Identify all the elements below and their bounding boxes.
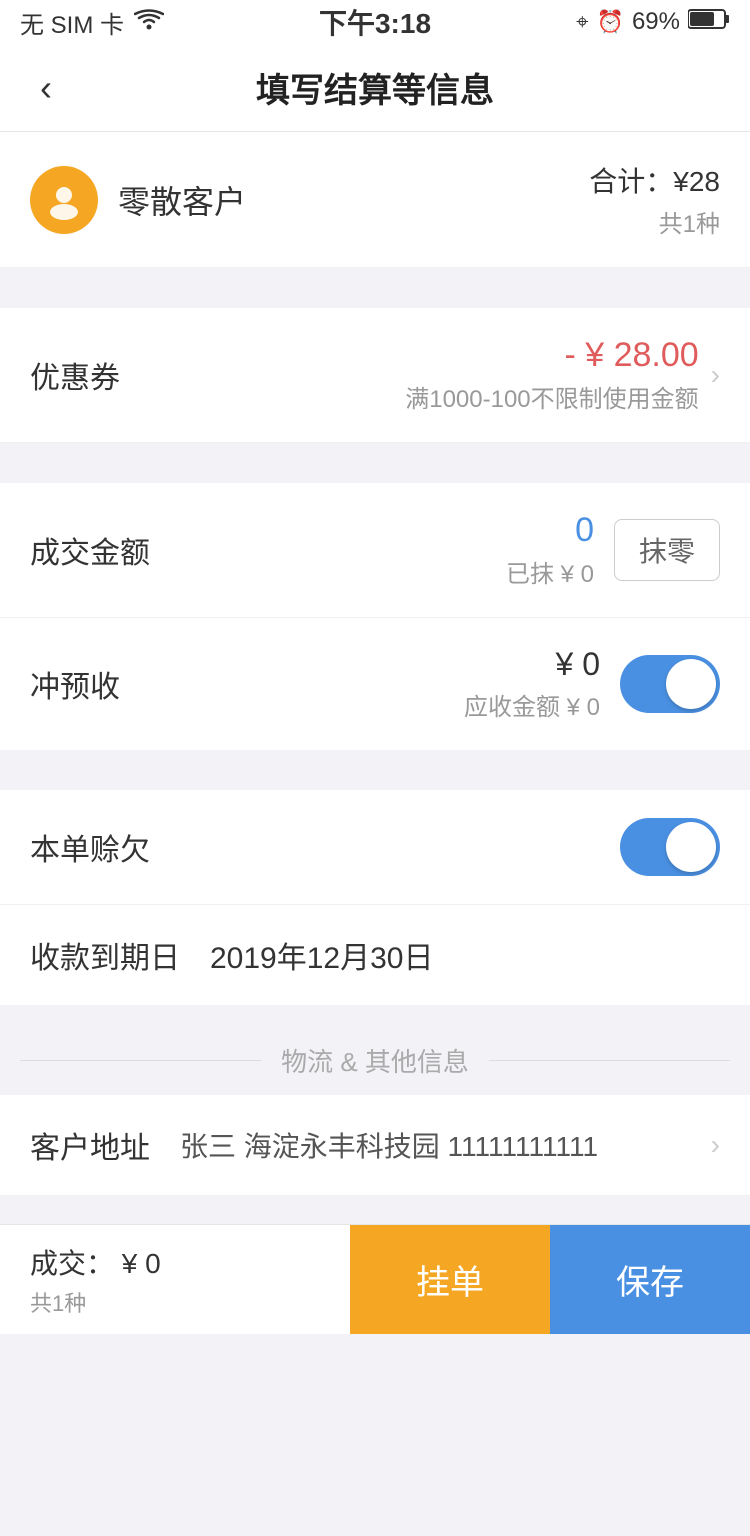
- amount-text-wrap: 0 已抹 ¥ 0: [506, 511, 594, 589]
- arrears-toggle[interactable]: [620, 818, 720, 876]
- back-button[interactable]: ‹: [30, 57, 62, 119]
- hang-button[interactable]: 挂单: [350, 1225, 550, 1334]
- round-off-button[interactable]: 抹零: [614, 519, 720, 581]
- divider3: [0, 770, 750, 790]
- prepaid-amount: ¥ 0: [464, 646, 600, 683]
- bottom-actions: 挂单 保存: [350, 1225, 750, 1334]
- arrears-label: 本单赊欠: [30, 825, 150, 869]
- prepaid-row: 冲预收 ¥ 0 应收金额 ¥ 0: [0, 618, 750, 750]
- bottom-count: 共1种: [30, 1286, 320, 1318]
- customer-section: 零散客户 合计：¥28 共1种: [0, 132, 750, 268]
- prepaid-values: ¥ 0 应收金额 ¥ 0: [464, 646, 600, 722]
- arrears-section: 本单赊欠 收款到期日 2019年12月30日: [0, 790, 750, 1005]
- status-left: 无 SIM 卡: [20, 5, 164, 40]
- page-title: 填写结算等信息: [256, 63, 494, 112]
- sim-status: 无 SIM 卡: [20, 5, 124, 40]
- coupon-value-wrap: - ¥ 28.00 满1000-100不限制使用金额: [405, 336, 698, 414]
- coupon-sub: 满1000-100不限制使用金额: [405, 379, 698, 414]
- customer-avatar: [30, 166, 98, 234]
- customer-right: 合计：¥28 共1种: [589, 160, 720, 239]
- address-chevron-icon: ›: [711, 1129, 720, 1161]
- prepaid-right: ¥ 0 应收金额 ¥ 0: [464, 646, 720, 722]
- coupon-value: - ¥ 28.00: [405, 336, 698, 375]
- coupon-section: 优惠券 - ¥ 28.00 满1000-100不限制使用金额 ›: [0, 308, 750, 443]
- nav-bar: ‹ 填写结算等信息: [0, 44, 750, 132]
- save-button[interactable]: 保存: [550, 1225, 750, 1334]
- status-right: ⌖ ⏰ 69%: [576, 8, 730, 37]
- date-row: 收款到期日 2019年12月30日: [0, 905, 750, 1005]
- prepaid-label: 冲预收: [30, 662, 120, 706]
- customer-left: 零散客户: [30, 166, 246, 234]
- bottom-info: 成交： ¥ 0 共1种: [0, 1225, 350, 1334]
- amount-row: 成交金额 0 已抹 ¥ 0 抹零: [0, 483, 750, 618]
- wifi-icon: [134, 8, 164, 37]
- status-bar: 无 SIM 卡 下午3:18 ⌖ ⏰ 69%: [0, 0, 750, 44]
- bottom-bar: 成交： ¥ 0 共1种 挂单 保存: [0, 1224, 750, 1334]
- battery-text: 69%: [632, 8, 680, 36]
- transaction-section: 成交金额 0 已抹 ¥ 0 抹零 冲预收 ¥ 0 应收金额 ¥ 0: [0, 483, 750, 750]
- address-row[interactable]: 客户地址 张三 海淀永丰科技园 11111111111 ›: [0, 1095, 750, 1196]
- divider1: [0, 288, 750, 308]
- address-label: 客户地址: [30, 1123, 150, 1167]
- bottom-deal: 成交： ¥ 0: [30, 1242, 320, 1282]
- logistics-label: 物流 & 其他信息: [281, 1042, 469, 1079]
- battery-icon: [688, 8, 730, 37]
- amount-value: 0: [506, 511, 594, 550]
- coupon-right: - ¥ 28.00 满1000-100不限制使用金额 ›: [405, 336, 720, 414]
- prepaid-sub: 应收金额 ¥ 0: [464, 687, 600, 722]
- coupon-label: 优惠券: [30, 353, 120, 397]
- status-time: 下午3:18: [319, 2, 431, 42]
- date-value: 2019年12月30日: [210, 933, 433, 977]
- address-section: 客户地址 张三 海淀永丰科技园 11111111111 ›: [0, 1095, 750, 1196]
- address-value: 张三 海淀永丰科技园 11111111111: [180, 1125, 681, 1165]
- divider2: [0, 463, 750, 483]
- customer-count: 共1种: [589, 204, 720, 239]
- amount-label: 成交金额: [30, 528, 150, 572]
- arrears-row: 本单赊欠: [0, 790, 750, 905]
- customer-row[interactable]: 零散客户 合计：¥28 共1种: [0, 132, 750, 268]
- coupon-chevron-icon: ›: [711, 359, 720, 391]
- coupon-row[interactable]: 优惠券 - ¥ 28.00 满1000-100不限制使用金额 ›: [0, 308, 750, 443]
- amount-sub: 已抹 ¥ 0: [506, 554, 594, 589]
- prepaid-toggle[interactable]: [620, 655, 720, 713]
- date-label: 收款到期日: [30, 933, 180, 977]
- location-icon: ⌖: [576, 9, 588, 35]
- amount-right: 0 已抹 ¥ 0 抹零: [506, 511, 720, 589]
- alarm-icon: ⏰: [597, 9, 624, 35]
- customer-name: 零散客户: [118, 177, 246, 223]
- customer-total: 合计：¥28: [589, 160, 720, 200]
- logistics-divider: 物流 & 其他信息: [0, 1025, 750, 1095]
